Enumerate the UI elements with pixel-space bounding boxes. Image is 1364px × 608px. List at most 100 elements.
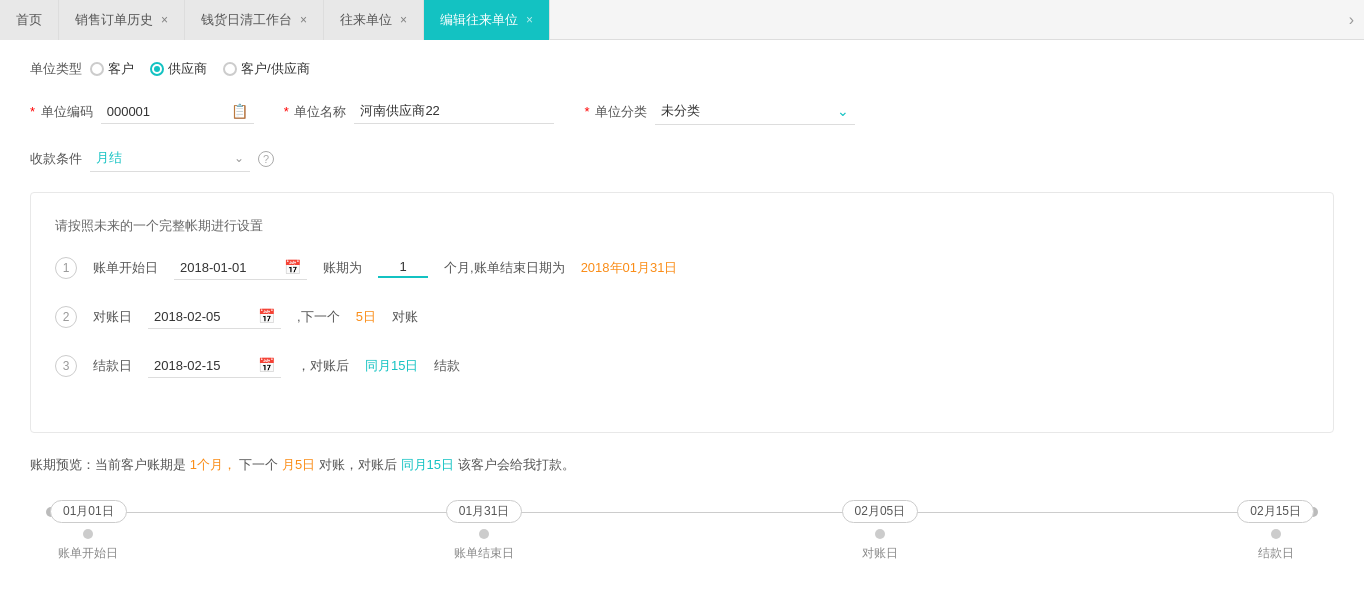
summary-reconcile-prefix: 下一个 bbox=[239, 457, 278, 472]
unit-code-label: * 单位编码 bbox=[30, 103, 93, 121]
radio-both-label: 客户/供应商 bbox=[241, 60, 310, 78]
tl-dot-1 bbox=[83, 529, 93, 539]
step-1-suffix: 个月,账单结束日期为 bbox=[444, 259, 565, 277]
timeline-container: 01月01日 账单开始日 01月31日 账单结束日 02月05日 对账日 02月… bbox=[30, 500, 1334, 602]
step-3-prefix: ，对账后 bbox=[297, 357, 349, 375]
unit-name-group: * 单位名称 bbox=[284, 100, 555, 124]
radio-supplier-label: 供应商 bbox=[168, 60, 207, 78]
tab-cash-work-close[interactable]: × bbox=[300, 13, 307, 27]
tl-node-4: 02月15日 结款日 bbox=[1237, 500, 1314, 562]
period-panel: 请按照未来的一个完整帐期进行设置 1 账单开始日 📅 账期为 个月,账单结束日期… bbox=[30, 192, 1334, 433]
step-3-row: 3 结款日 📅 ，对账后同月15日 结款 bbox=[55, 353, 1309, 378]
step-2-suffix: 对账 bbox=[392, 308, 418, 326]
payment-row: 收款条件 月结 ⌄ ? bbox=[30, 145, 1334, 172]
step-1-calendar-icon[interactable]: 📅 bbox=[284, 259, 301, 275]
radio-supplier[interactable]: 供应商 bbox=[150, 60, 207, 78]
unit-name-label: * 单位名称 bbox=[284, 103, 347, 121]
tl-badge-1: 01月01日 bbox=[50, 500, 127, 523]
tl-badge-4: 02月15日 bbox=[1237, 500, 1314, 523]
step-1-label: 账单开始日 bbox=[93, 259, 158, 277]
payment-condition-value: 月结 bbox=[96, 149, 226, 167]
tab-sales-history[interactable]: 销售订单历史 × bbox=[59, 0, 185, 40]
step-3-calendar-icon[interactable]: 📅 bbox=[258, 357, 275, 373]
unit-category-select[interactable]: 未分类 ⌄ bbox=[655, 98, 855, 125]
tl-badge-3: 02月05日 bbox=[842, 500, 919, 523]
tab-partner[interactable]: 往来单位 × bbox=[324, 0, 424, 40]
tab-sales-history-label: 销售订单历史 bbox=[75, 11, 153, 29]
tl-node-3: 02月05日 对账日 bbox=[842, 500, 919, 562]
help-icon[interactable]: ? bbox=[258, 151, 274, 167]
step-3-suffix: 结款 bbox=[434, 357, 460, 375]
unit-type-group: 单位类型 客户 供应商 客户/供应商 bbox=[30, 60, 310, 78]
step-3-date-input[interactable] bbox=[154, 358, 254, 373]
step-2-row: 2 对账日 📅 ,下一个 5日 对账 bbox=[55, 304, 1309, 329]
step-1-end-date: 2018年01月31日 bbox=[581, 259, 678, 277]
summary-pay-day: 同月15日 bbox=[401, 457, 454, 472]
tab-sales-history-close[interactable]: × bbox=[161, 13, 168, 27]
tl-sub-3: 对账日 bbox=[862, 545, 898, 562]
payment-condition-arrow-icon: ⌄ bbox=[234, 151, 244, 165]
step-2-calendar-icon[interactable]: 📅 bbox=[258, 308, 275, 324]
unit-code-star: * bbox=[30, 104, 35, 119]
step-3-label: 结款日 bbox=[93, 357, 132, 375]
tab-edit-partner[interactable]: 编辑往来单位 × bbox=[424, 0, 550, 40]
tab-cash-work-label: 钱货日清工作台 bbox=[201, 11, 292, 29]
panel-description: 请按照未来的一个完整帐期进行设置 bbox=[55, 217, 1309, 235]
radio-supplier-circle bbox=[150, 62, 164, 76]
summary-prefix: 账期预览：当前客户账期是 bbox=[30, 457, 186, 472]
unit-name-input[interactable] bbox=[354, 100, 554, 124]
main-content: 单位类型 客户 供应商 客户/供应商 * 单位编码 bbox=[0, 40, 1364, 608]
tl-dot-4 bbox=[1271, 529, 1281, 539]
tl-sub-4: 结款日 bbox=[1258, 545, 1294, 562]
tl-node-1: 01月01日 账单开始日 bbox=[50, 500, 127, 562]
step-2-number: 2 bbox=[55, 306, 77, 328]
step-1-row: 1 账单开始日 📅 账期为 个月,账单结束日期为 2018年01月31日 bbox=[55, 255, 1309, 280]
step-2-date-input[interactable] bbox=[154, 309, 254, 324]
step-1-month-input[interactable] bbox=[378, 257, 428, 278]
unit-code-copy-icon[interactable]: 📋 bbox=[231, 103, 248, 119]
tab-more-arrow[interactable]: › bbox=[1339, 11, 1364, 29]
tab-edit-partner-label: 编辑往来单位 bbox=[440, 11, 518, 29]
summary-reconcile-suffix: 对账，对账后 bbox=[319, 457, 397, 472]
unit-category-arrow-icon: ⌄ bbox=[837, 103, 849, 119]
summary-text: 账期预览：当前客户账期是 1个月， 下一个 月5日 对账，对账后 同月15日 该… bbox=[30, 453, 1334, 476]
summary-month: 1个月， bbox=[190, 457, 236, 472]
step-1-date-wrapper: 📅 bbox=[174, 255, 307, 280]
tabs-bar: 首页 销售订单历史 × 钱货日清工作台 × 往来单位 × 编辑往来单位 × › bbox=[0, 0, 1364, 40]
unit-code-input-wrapper: 📋 bbox=[101, 99, 254, 124]
tab-home-label: 首页 bbox=[16, 11, 42, 29]
unit-category-value: 未分类 bbox=[661, 102, 829, 120]
tl-dot-3 bbox=[875, 529, 885, 539]
step-1-date-input[interactable] bbox=[180, 260, 280, 275]
unit-type-row: 单位类型 客户 供应商 客户/供应商 bbox=[30, 60, 1334, 78]
payment-condition-select[interactable]: 月结 ⌄ bbox=[90, 145, 250, 172]
unit-category-group: * 单位分类 未分类 ⌄ bbox=[584, 98, 855, 125]
payment-condition-label: 收款条件 bbox=[30, 150, 82, 168]
step-2-date-wrapper: 📅 bbox=[148, 304, 281, 329]
tl-badge-2: 01月31日 bbox=[446, 500, 523, 523]
step-3-highlight: 同月15日 bbox=[365, 357, 418, 375]
unit-type-radio-group: 客户 供应商 客户/供应商 bbox=[90, 60, 310, 78]
unit-name-star: * bbox=[284, 104, 289, 119]
unit-code-input[interactable] bbox=[107, 104, 227, 119]
radio-both-circle bbox=[223, 62, 237, 76]
step-3-date-wrapper: 📅 bbox=[148, 353, 281, 378]
radio-customer[interactable]: 客户 bbox=[90, 60, 134, 78]
radio-both[interactable]: 客户/供应商 bbox=[223, 60, 310, 78]
step-2-prefix: ,下一个 bbox=[297, 308, 340, 326]
tab-edit-partner-close[interactable]: × bbox=[526, 13, 533, 27]
tl-node-2: 01月31日 账单结束日 bbox=[446, 500, 523, 562]
unit-code-group: * 单位编码 📋 bbox=[30, 99, 254, 124]
tab-partner-close[interactable]: × bbox=[400, 13, 407, 27]
step-2-label: 对账日 bbox=[93, 308, 132, 326]
step-2-highlight: 5日 bbox=[356, 308, 376, 326]
timeline-nodes: 01月01日 账单开始日 01月31日 账单结束日 02月05日 对账日 02月… bbox=[50, 500, 1314, 562]
step-3-number: 3 bbox=[55, 355, 77, 377]
tab-partner-label: 往来单位 bbox=[340, 11, 392, 29]
tab-home[interactable]: 首页 bbox=[0, 0, 59, 40]
unit-category-star: * bbox=[584, 104, 589, 119]
tl-sub-1: 账单开始日 bbox=[58, 545, 118, 562]
tl-dot-2 bbox=[479, 529, 489, 539]
tab-cash-work[interactable]: 钱货日清工作台 × bbox=[185, 0, 324, 40]
radio-customer-circle bbox=[90, 62, 104, 76]
